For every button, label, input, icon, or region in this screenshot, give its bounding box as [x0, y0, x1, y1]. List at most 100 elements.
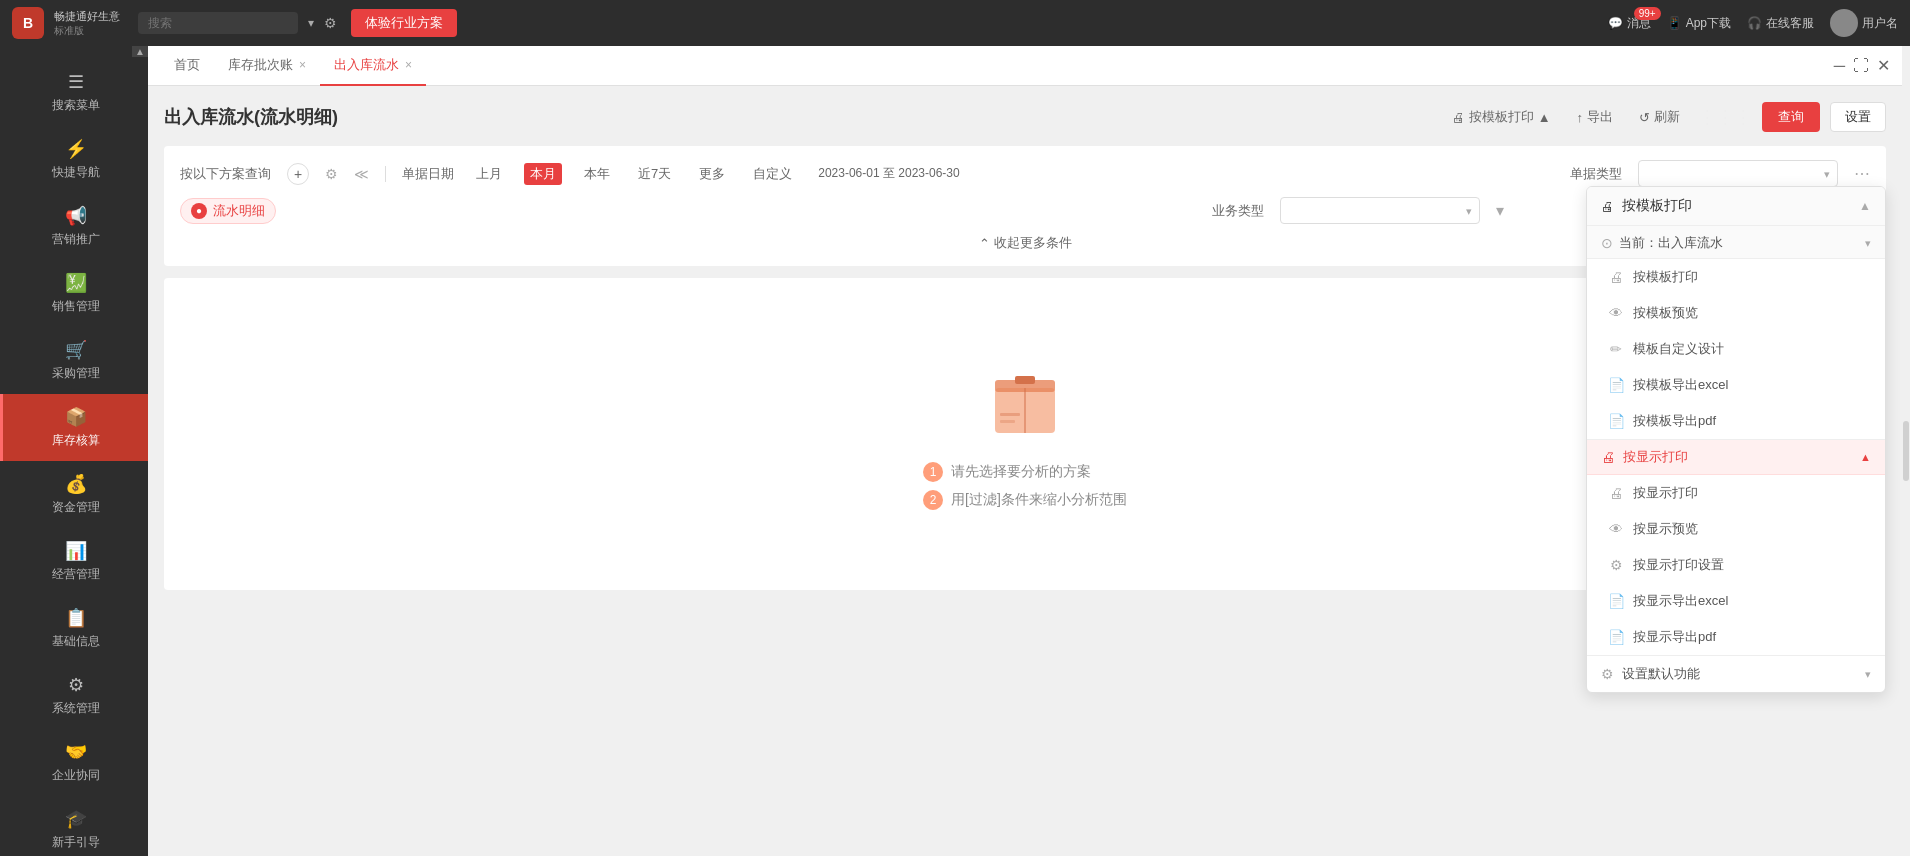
tab-close-btn[interactable]: ✕	[1877, 56, 1890, 75]
sidebar-item-label: 快捷导航	[52, 164, 100, 181]
dropdown-display-print[interactable]: 🖨 按显示打印	[1587, 475, 1885, 511]
dropdown-header: 🖨 按模板打印 ▲	[1587, 187, 1885, 226]
dropdown-template-custom[interactable]: ✏ 模板自定义设计	[1587, 331, 1885, 367]
dropdown-template-export-pdf[interactable]: 📄 按模板导出pdf	[1587, 403, 1885, 439]
query-btn[interactable]: 查询	[1762, 102, 1820, 132]
dropdown-display-export-pdf[interactable]: 📄 按显示导出pdf	[1587, 619, 1885, 655]
export-btn[interactable]: ↑ 导出	[1569, 104, 1622, 130]
business-type-select[interactable]	[1280, 197, 1480, 224]
sidebar-item-label: 资金管理	[52, 499, 100, 516]
tab-minimize-btn[interactable]: ─	[1834, 57, 1845, 75]
sidebar-item-basic-info[interactable]: 📋 基础信息	[0, 595, 148, 662]
collapse-conditions-btn[interactable]: ⌃ 收起更多条件	[979, 234, 1072, 252]
svg-rect-4	[1000, 413, 1020, 416]
dropdown-footer[interactable]: ⚙ 设置默认功能 ▾	[1587, 656, 1885, 692]
filter-gear-btn[interactable]: ⚙	[325, 166, 338, 182]
sidebar-scroll-up[interactable]: ▲	[132, 46, 148, 57]
tab-batch-account-close[interactable]: ×	[299, 58, 306, 72]
template-export-excel-label: 按模板导出excel	[1633, 376, 1728, 394]
app-version: 标准版	[54, 24, 120, 38]
message-btn[interactable]: 💬 消息 99+	[1608, 15, 1651, 32]
dropdown-display-export-excel[interactable]: 📄 按显示导出excel	[1587, 583, 1885, 619]
settings-btn[interactable]: 设置	[1830, 102, 1886, 132]
page-actions: 🖨 按模板打印 ▲ ↑ 导出 ↺ 刷新 ⋮⋮⋮ 查询 设置	[1444, 102, 1886, 132]
display-preview-icon: 👁	[1607, 521, 1625, 537]
template-export-excel-icon: 📄	[1607, 377, 1625, 393]
filter-collapse-btn[interactable]: ≪	[354, 166, 369, 182]
sidebar-item-quick-nav[interactable]: ⚡ 快捷导航	[0, 126, 148, 193]
date-this-year-btn[interactable]: 本年	[578, 163, 616, 185]
tab-inout-flow-close[interactable]: ×	[405, 58, 412, 72]
business-type-chevron[interactable]: ▾	[1496, 201, 1504, 220]
search-menu-icon: ☰	[68, 71, 84, 93]
export-icon: ↑	[1577, 110, 1584, 125]
dropdown-template-export-excel[interactable]: 📄 按模板导出excel	[1587, 367, 1885, 403]
date-custom-btn[interactable]: 自定义	[747, 163, 798, 185]
dropdown-template-section: 🖨 按模板打印 👁 按模板预览 ✏ 模板自定义设计 📄 按模板导出excel	[1587, 259, 1885, 440]
date-more-btn[interactable]: 更多	[693, 163, 731, 185]
empty-icon-svg	[980, 358, 1070, 448]
app-download-btn[interactable]: 📱 App下载	[1667, 15, 1731, 32]
tab-batch-account-label: 库存批次账	[228, 56, 293, 74]
filter-add-btn[interactable]: +	[287, 163, 309, 185]
sidebar-item-label: 基础信息	[52, 633, 100, 650]
filter-tag-icon: ●	[191, 203, 207, 219]
message-icon: 💬	[1608, 16, 1623, 30]
voucher-type-select[interactable]	[1638, 160, 1838, 187]
tab-maximize-btn[interactable]: ⛶	[1853, 57, 1869, 75]
user-avatar[interactable]: 用户名	[1830, 9, 1898, 37]
display-export-pdf-icon: 📄	[1607, 629, 1625, 645]
sidebar-item-guide[interactable]: 🎓 新手引导	[0, 796, 148, 856]
settings-icon[interactable]: ⚙	[324, 15, 337, 31]
chevron-up-icon: ▲	[1538, 110, 1551, 125]
dropdown-header-left: 🖨 按模板打印	[1601, 197, 1692, 215]
dropdown-close-icon[interactable]: ▲	[1859, 199, 1871, 213]
tab-inout-flow[interactable]: 出入库流水 ×	[320, 46, 426, 86]
sidebar-item-system[interactable]: ⚙ 系统管理	[0, 662, 148, 729]
inventory-icon: 📦	[65, 406, 87, 428]
refresh-btn[interactable]: ↺ 刷新	[1631, 104, 1688, 130]
dropdown-display-preview[interactable]: 👁 按显示预览	[1587, 511, 1885, 547]
display-print-settings-label: 按显示打印设置	[1633, 556, 1724, 574]
voucher-type-more-icon[interactable]: ⋯	[1854, 164, 1870, 183]
print-icon: 🖨	[1452, 110, 1465, 125]
tab-home[interactable]: 首页	[160, 46, 214, 86]
dropdown-display-section-header[interactable]: 🖨 按显示打印 ▲	[1587, 440, 1885, 475]
dropdown-template-preview[interactable]: 👁 按模板预览	[1587, 295, 1885, 331]
online-service-label: 在线客服	[1766, 15, 1814, 32]
sidebar-item-operations[interactable]: 📊 经营管理	[0, 528, 148, 595]
template-print-btn[interactable]: 🖨 按模板打印 ▲	[1444, 104, 1559, 130]
tab-batch-account[interactable]: 库存批次账 ×	[214, 46, 320, 86]
date-current-month-btn[interactable]: 本月	[524, 163, 562, 185]
sidebar-item-cooperation[interactable]: 🤝 企业协同	[0, 729, 148, 796]
empty-steps: 1 请先选择要分析的方案 2 用[过滤]条件来缩小分析范围	[923, 462, 1127, 510]
search-chevron-icon[interactable]: ▾	[308, 16, 314, 30]
basic-info-icon: 📋	[65, 607, 87, 629]
date-last-month-btn[interactable]: 上月	[470, 163, 508, 185]
system-icon: ⚙	[68, 674, 84, 696]
sidebar-item-label: 经营管理	[52, 566, 100, 583]
sidebar-item-inventory[interactable]: 📦 库存核算	[0, 394, 148, 461]
trial-btn[interactable]: 体验行业方案	[351, 9, 457, 37]
svg-rect-2	[1015, 376, 1035, 384]
sidebar-item-marketing[interactable]: 📢 营销推广	[0, 193, 148, 260]
search-input[interactable]	[138, 12, 298, 34]
filter-label: 按以下方案查询	[180, 165, 271, 183]
sidebar-item-purchase[interactable]: 🛒 采购管理	[0, 327, 148, 394]
dropdown-display-print-settings[interactable]: ⚙ 按显示打印设置	[1587, 547, 1885, 583]
right-scrollbar[interactable]	[1902, 46, 1910, 856]
sidebar-item-finance[interactable]: 💰 资金管理	[0, 461, 148, 528]
sidebar-item-search-menu[interactable]: ☰ 搜索菜单	[0, 59, 148, 126]
display-export-pdf-label: 按显示导出pdf	[1633, 628, 1716, 646]
sidebar-item-label: 系统管理	[52, 700, 100, 717]
template-export-pdf-icon: 📄	[1607, 413, 1625, 429]
cooperation-icon: 🤝	[65, 741, 87, 763]
template-print-label: 按模板打印	[1469, 108, 1534, 126]
page-content: 出入库流水(流水明细) 🖨 按模板打印 ▲ ↑ 导出 ↺ 刷新	[148, 86, 1902, 856]
empty-step-2-text: 用[过滤]条件来缩小分析范围	[951, 491, 1127, 509]
dropdown-template-print[interactable]: 🖨 按模板打印	[1587, 259, 1885, 295]
date-recent-7-btn[interactable]: 近7天	[632, 163, 677, 185]
sidebar-item-sales[interactable]: 💹 销售管理	[0, 260, 148, 327]
online-service-btn[interactable]: 🎧 在线客服	[1747, 15, 1814, 32]
filter-row-1: 按以下方案查询 + ⚙ ≪ 单据日期 上月 本月 本年 近7天 更多 自定义 2…	[180, 160, 1870, 187]
